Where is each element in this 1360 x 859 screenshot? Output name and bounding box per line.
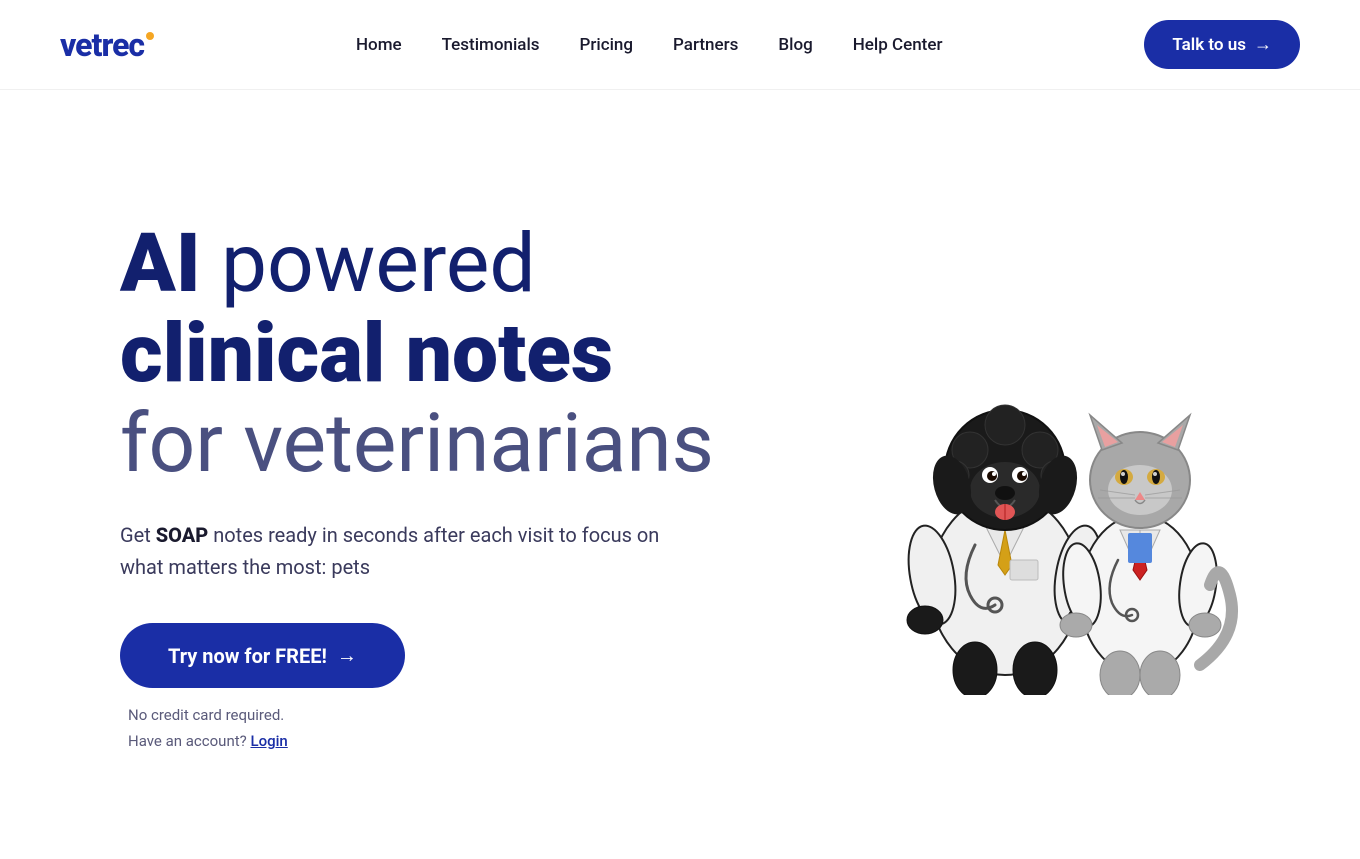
talk-button-arrow-icon: → xyxy=(1254,34,1272,55)
subtext-soap: SOAP xyxy=(156,523,209,547)
no-credit-text: No credit card required. xyxy=(128,706,714,724)
hero-illustration xyxy=(820,245,1300,725)
nav-item-pricing[interactable]: Pricing xyxy=(580,35,634,55)
logo-vet: vet xyxy=(60,26,101,64)
nav-link-pricing[interactable]: Pricing xyxy=(580,35,634,55)
hero-content: AI powered clinical notes for veterinari… xyxy=(120,219,714,751)
nav-link-testimonials[interactable]: Testimonials xyxy=(442,35,540,55)
headline-ai: AI xyxy=(120,216,201,312)
nav-item-partners[interactable]: Partners xyxy=(673,35,738,55)
talk-to-us-button[interactable]: Talk to us → xyxy=(1144,20,1300,69)
vet-animals-svg xyxy=(850,275,1270,695)
have-account-text: Have an account? Login xyxy=(128,732,714,750)
hero-headline: AI powered clinical notes for veterinari… xyxy=(120,219,714,490)
nav-item-testimonials[interactable]: Testimonials xyxy=(442,35,540,55)
hero-subtext: Get SOAP notes ready in seconds after ea… xyxy=(120,519,660,583)
cta-wrapper: Try now for FREE! → xyxy=(120,623,714,706)
login-link[interactable]: Login xyxy=(250,732,287,750)
navbar: vetrec Home Testimonials Pricing Partner… xyxy=(0,0,1360,90)
subtext-pre: Get xyxy=(120,523,156,547)
nav-link-blog[interactable]: Blog xyxy=(778,35,812,55)
headline-for-vets: for veterinarians xyxy=(120,399,714,489)
have-account-label: Have an account? xyxy=(128,732,247,750)
nav-link-help[interactable]: Help Center xyxy=(853,35,943,55)
nav-item-home[interactable]: Home xyxy=(356,35,402,55)
logo-link[interactable]: vetrec xyxy=(60,26,154,64)
nav-links: Home Testimonials Pricing Partners Blog … xyxy=(356,35,942,55)
nav-item-blog[interactable]: Blog xyxy=(778,35,812,55)
logo-rec: rec xyxy=(101,26,144,64)
headline-powered: powered xyxy=(201,216,536,312)
hero-section: AI powered clinical notes for veterinari… xyxy=(0,90,1360,859)
nav-item-help[interactable]: Help Center xyxy=(853,35,943,55)
logo: vetrec xyxy=(60,26,154,64)
talk-button-label: Talk to us xyxy=(1172,35,1246,55)
try-free-button[interactable]: Try now for FREE! → xyxy=(120,623,405,688)
nav-link-partners[interactable]: Partners xyxy=(673,35,738,55)
headline-clinical-notes: clinical notes xyxy=(120,309,714,399)
try-button-arrow-icon: → xyxy=(337,643,357,668)
logo-dot xyxy=(146,32,154,40)
nav-link-home[interactable]: Home xyxy=(356,35,402,55)
try-button-label: Try now for FREE! xyxy=(168,644,327,668)
